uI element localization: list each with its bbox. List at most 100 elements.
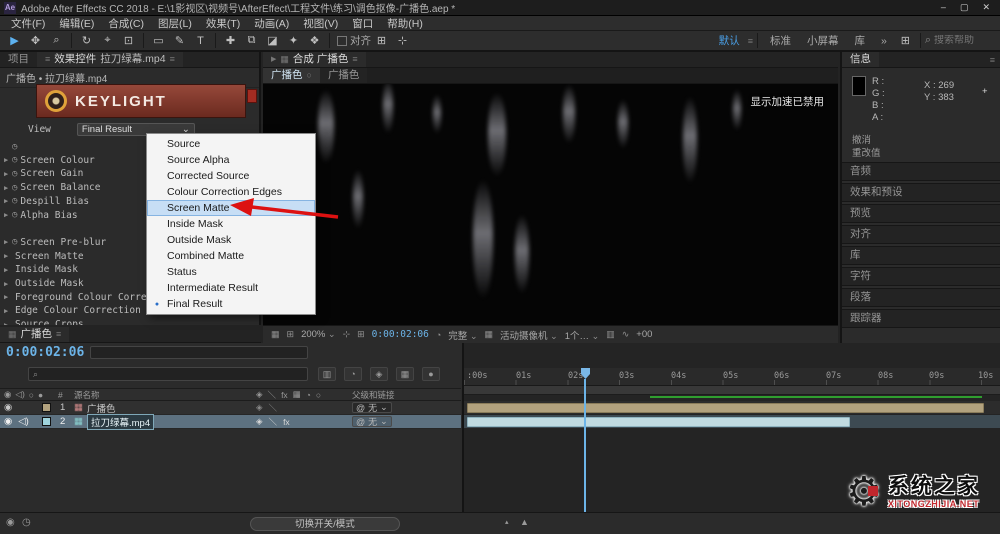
parent-dropdown[interactable]: @ 无 ⌄: [352, 416, 392, 427]
expand-time-icon[interactable]: ◷: [22, 517, 31, 528]
choose-grid-icon[interactable]: ⊹: [343, 329, 351, 340]
menu-item-corrected-source[interactable]: Corrected Source: [147, 168, 315, 184]
motion-blur-icon[interactable]: ●: [422, 367, 440, 381]
panel-preview[interactable]: 预览: [842, 205, 879, 222]
layer-duration-bar[interactable]: [467, 417, 850, 427]
comp-mini-flowchart-icon[interactable]: ▥: [318, 367, 336, 381]
tab-effect-controls[interactable]: ≡ 效果控件 拉刀绿幕.mp4 ≡: [37, 52, 183, 67]
preview-timecode[interactable]: 0:00:02:06: [372, 329, 429, 340]
magnification-grid-icon[interactable]: ⊞: [287, 329, 295, 340]
roto-brush-tool[interactable]: ✦: [283, 34, 304, 47]
menu-item-screen-matte[interactable]: Screen Matte: [147, 200, 315, 216]
zoom-level-dropdown[interactable]: 200% ⌄: [301, 329, 336, 340]
menu-file[interactable]: 文件(F): [4, 16, 52, 31]
pixel-aspect-icon[interactable]: ▥: [606, 329, 615, 340]
col-source-name[interactable]: 源名称: [74, 389, 100, 400]
clone-stamp-tool[interactable]: ⧉: [241, 34, 262, 47]
resolution-dropdown[interactable]: 完整 ⌄: [448, 328, 477, 342]
pickwhip-icon[interactable]: @: [356, 417, 365, 427]
eraser-tool[interactable]: ◪: [262, 34, 283, 47]
region-of-interest-icon[interactable]: ▦: [485, 329, 494, 340]
menu-item-combined-matte[interactable]: Combined Matte: [147, 248, 315, 264]
tab-project[interactable]: 项目: [0, 52, 37, 67]
draft-3d-icon[interactable]: ◔: [344, 367, 362, 381]
expand-layers-icon[interactable]: ◉: [6, 517, 15, 528]
menu-item-final-result[interactable]: ●Final Result: [147, 296, 315, 312]
panel-menu-icon[interactable]: ≡: [170, 52, 175, 67]
tab-composition[interactable]: ▶ ▦ 合成 广播色 ≡: [263, 52, 366, 67]
menu-effect[interactable]: 效果(T): [199, 16, 247, 31]
type-tool[interactable]: T: [190, 35, 211, 47]
shy-toggle-icon[interactable]: ◈: [256, 416, 263, 427]
hide-shy-icon[interactable]: ◈: [370, 367, 388, 381]
menu-window[interactable]: 窗口: [345, 16, 380, 31]
snap-checkbox[interactable]: [337, 36, 347, 46]
menu-item-colour-correction-edges[interactable]: Colour Correction Edges: [147, 184, 315, 200]
menu-help[interactable]: 帮助(H): [380, 16, 430, 31]
menu-layer[interactable]: 图层(L): [151, 16, 199, 31]
viewer-tab-1[interactable]: 广播色 ○: [263, 68, 320, 83]
fx-toggle-icon[interactable]: fx: [283, 417, 290, 427]
layer-visibility-icon[interactable]: ◉: [4, 416, 12, 427]
frame-blend-icon[interactable]: ▦: [396, 367, 414, 381]
workspace-default[interactable]: 默认: [711, 33, 748, 48]
workspace-grid-icon[interactable]: ⊞: [895, 34, 916, 47]
blend-toggle-icon[interactable]: ＼: [269, 416, 278, 428]
toggle-switches-modes-button[interactable]: 切换开关/模式: [250, 517, 400, 531]
search-help-input[interactable]: [934, 35, 996, 46]
panel-character[interactable]: 字符: [842, 268, 879, 285]
workspace-overflow-icon[interactable]: »: [873, 35, 895, 47]
mask-visibility-icon[interactable]: ⊞: [357, 329, 365, 340]
menu-edit[interactable]: 编辑(E): [52, 16, 101, 31]
layer-name[interactable]: 拉刀绿幕.mp4: [87, 414, 154, 430]
viewer-tab-2[interactable]: 广播色: [320, 68, 368, 83]
workspace-libraries[interactable]: 库: [846, 33, 873, 48]
parent-dropdown[interactable]: @ 无 ⌄: [352, 402, 392, 413]
timeline-search-box[interactable]: ⌕: [28, 367, 308, 381]
menu-animation[interactable]: 动画(A): [247, 16, 296, 31]
menu-item-source[interactable]: Source: [147, 136, 315, 152]
layer-name[interactable]: 广播色: [87, 401, 116, 415]
camera-tool[interactable]: ⌖: [97, 34, 118, 47]
pen-tool[interactable]: ✎: [169, 34, 190, 47]
snapshot-icon[interactable]: ◔: [436, 330, 441, 340]
blend-toggle-icon[interactable]: ＼: [269, 402, 278, 414]
col-parent-link[interactable]: 父级和链接: [352, 389, 395, 400]
selection-tool[interactable]: ▶: [4, 34, 25, 47]
panel-libraries[interactable]: 库: [842, 247, 869, 264]
active-camera-dropdown[interactable]: 活动摄像机 ⌄: [500, 328, 558, 342]
panel-effects-presets[interactable]: 效果和预设: [842, 184, 911, 201]
panel-audio[interactable]: 音频: [842, 163, 879, 180]
shape-tool[interactable]: ▭: [148, 34, 169, 47]
grid-options-icon[interactable]: ⊞: [371, 34, 392, 47]
menu-item-inside-mask[interactable]: Inside Mask: [147, 216, 315, 232]
layer-duration-bar[interactable]: [467, 403, 984, 413]
panel-menu-icon[interactable]: ≡: [352, 52, 357, 67]
zoom-tool[interactable]: ⌕: [46, 34, 67, 47]
workspace-standard[interactable]: 标准: [762, 33, 799, 48]
layer-row-1[interactable]: ◉ 1 ▦ 广播色 ◈ ＼ @ 无 ⌄: [0, 401, 461, 415]
mask-mode-icon[interactable]: ⊹: [392, 34, 413, 47]
exposure-control[interactable]: +00: [636, 329, 652, 340]
menu-item-source-alpha[interactable]: Source Alpha: [147, 152, 315, 168]
workspace-small-screen[interactable]: 小屏幕: [799, 33, 847, 48]
pan-behind-tool[interactable]: ⊡: [118, 34, 139, 47]
menu-item-outside-mask[interactable]: Outside Mask: [147, 232, 315, 248]
layer-color-chip[interactable]: [42, 403, 51, 412]
shy-toggle-icon[interactable]: ◈: [256, 402, 263, 413]
minimize-button[interactable]: –: [941, 2, 946, 13]
workspace-menu-icon[interactable]: ≡: [748, 36, 753, 46]
hand-tool[interactable]: ✥: [25, 34, 46, 47]
panel-menu-icon[interactable]: ≡: [56, 327, 61, 342]
panel-menu-icon[interactable]: ≡: [985, 52, 1000, 67]
rotation-tool[interactable]: ↻: [76, 34, 97, 47]
tab-timeline-comp[interactable]: ▦ 广播色 ≡: [0, 327, 69, 342]
layer-visibility-icon[interactable]: ◉: [4, 402, 12, 413]
comp-mini-flow-area[interactable]: [90, 346, 308, 359]
panel-paragraph[interactable]: 段落: [842, 289, 879, 306]
zoom-in-icon[interactable]: ▲: [520, 517, 529, 527]
menu-item-status[interactable]: Status: [147, 264, 315, 280]
zoom-out-icon[interactable]: ▴: [505, 518, 509, 526]
menu-item-intermediate-result[interactable]: Intermediate Result: [147, 280, 315, 296]
maximize-button[interactable]: ▢: [960, 2, 969, 13]
